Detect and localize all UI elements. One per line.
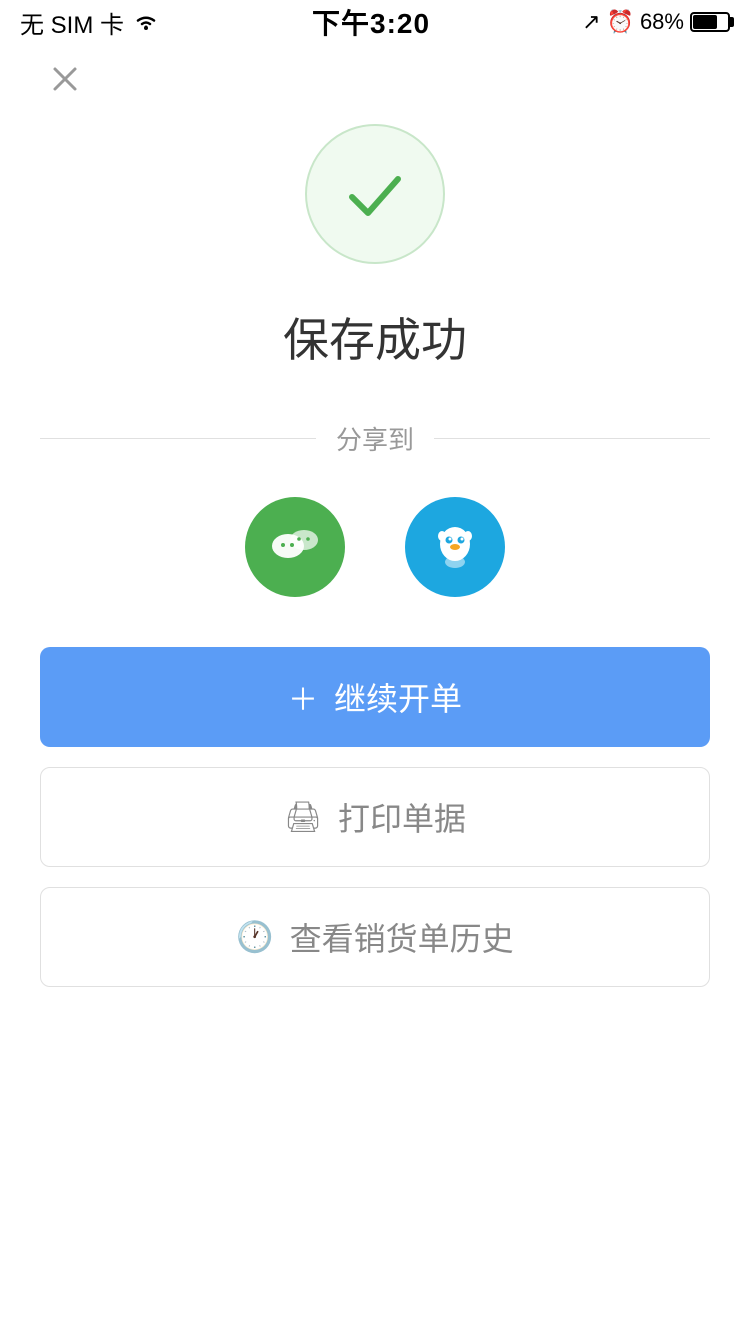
- checkmark-icon: [340, 159, 410, 229]
- close-button[interactable]: [40, 54, 90, 104]
- battery-icon: [690, 12, 730, 32]
- wechat-icon: [266, 518, 324, 576]
- status-time: 下午3:20: [312, 2, 430, 42]
- clock-icon: 🕐: [236, 920, 273, 955]
- history-button[interactable]: 🕐 查看销货单历史: [40, 887, 710, 987]
- qq-icon: [426, 518, 484, 576]
- success-circle: [305, 124, 445, 264]
- print-icon: 🖨: [284, 800, 322, 835]
- print-button[interactable]: 🖨 打印单据: [40, 767, 710, 867]
- qq-share-button[interactable]: [405, 497, 505, 597]
- status-carrier: 无 SIM 卡: [20, 5, 160, 40]
- wechat-share-button[interactable]: [245, 497, 345, 597]
- close-icon: [49, 63, 81, 95]
- history-label: 查看销货单历史: [290, 914, 514, 960]
- carrier-text: 无 SIM 卡: [20, 5, 124, 40]
- plus-icon: ＋: [288, 675, 318, 719]
- wifi-icon: [132, 12, 160, 32]
- divider-line-right: [434, 438, 710, 439]
- divider-line-left: [40, 438, 316, 439]
- share-label: 分享到: [336, 420, 414, 457]
- status-right: ↗ ⏰ 68%: [582, 9, 730, 35]
- share-icons: [40, 497, 710, 597]
- continue-label: 继续开单: [334, 674, 462, 720]
- action-buttons: ＋ 继续开单 🖨 打印单据 🕐 查看销货单历史: [0, 647, 750, 987]
- success-title: 保存成功: [283, 304, 467, 370]
- print-label: 打印单据: [338, 794, 466, 840]
- status-bar: 无 SIM 卡 下午3:20 ↗ ⏰ 68%: [0, 0, 750, 44]
- alarm-icon: ⏰: [607, 9, 634, 35]
- continue-button[interactable]: ＋ 继续开单: [40, 647, 710, 747]
- battery-percent: 68%: [640, 9, 684, 35]
- location-icon: ↗: [582, 9, 600, 35]
- share-divider: 分享到: [40, 420, 710, 457]
- main-content: 保存成功 分享到: [0, 44, 750, 987]
- share-section: 分享到: [0, 420, 750, 597]
